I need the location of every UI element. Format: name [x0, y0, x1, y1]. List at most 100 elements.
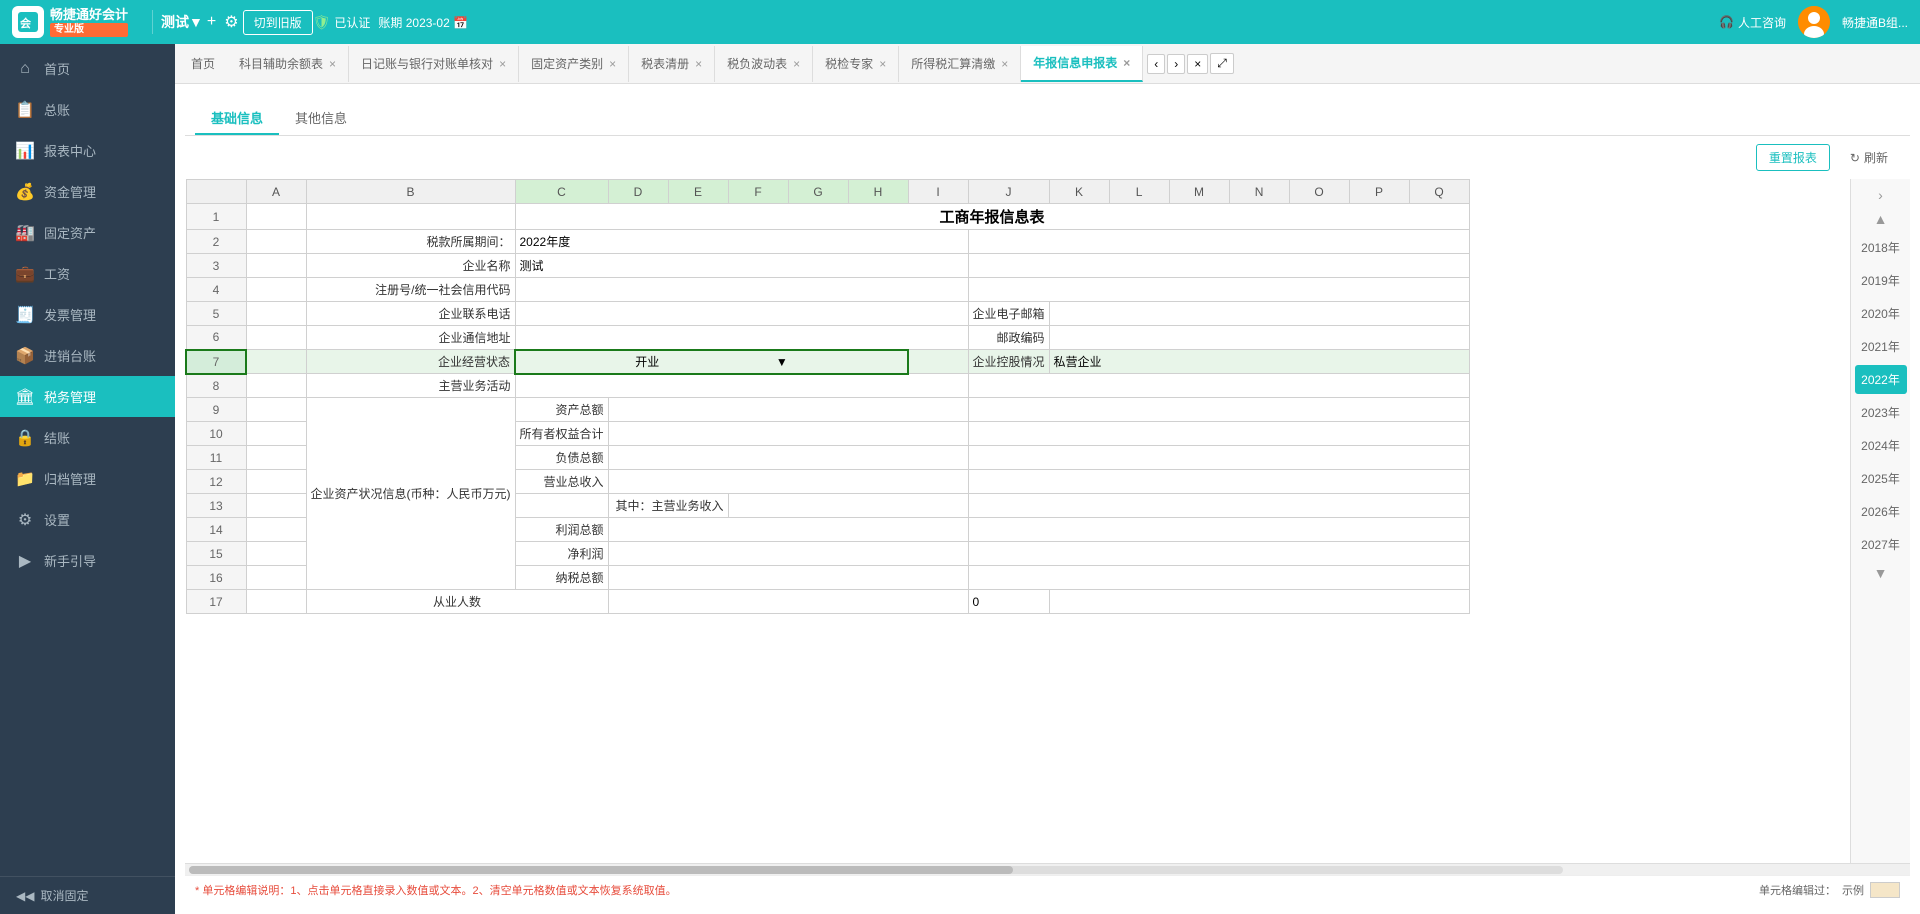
cell-8-j[interactable]	[968, 374, 1469, 398]
sidebar-item-settings[interactable]: ⚙ 设置	[0, 499, 175, 540]
cell-13-f[interactable]	[728, 494, 968, 518]
cell-13-j[interactable]	[968, 494, 1469, 518]
col-header-k[interactable]: K	[1049, 180, 1109, 204]
year-item-2020[interactable]: 2020年	[1855, 299, 1907, 328]
cell-10-j[interactable]	[968, 422, 1469, 446]
col-header-c[interactable]: C	[515, 180, 608, 204]
tab-aux-balance-close[interactable]: ×	[329, 57, 336, 71]
cell-11-a[interactable]	[246, 446, 306, 470]
sidebar-item-purchase-sale[interactable]: 📦 进销台账	[0, 335, 175, 376]
cell-15-a[interactable]	[246, 542, 306, 566]
year-item-2023[interactable]: 2023年	[1855, 398, 1907, 427]
cell-6-k[interactable]	[1049, 326, 1469, 350]
sidebar-item-archive[interactable]: 📁 归档管理	[0, 458, 175, 499]
tab-journal-bank-close[interactable]: ×	[499, 57, 506, 71]
tab-fixed-assets-type[interactable]: 固定资产类别 ×	[519, 46, 629, 82]
cell-12-d[interactable]	[608, 470, 968, 494]
year-item-2018[interactable]: 2018年	[1855, 233, 1907, 262]
sidebar-expand-btn[interactable]: ›	[1874, 183, 1887, 207]
cell-13-d[interactable]: 其中：主营业务收入	[608, 494, 728, 518]
cell-8-a[interactable]	[246, 374, 306, 398]
tab-journal-bank[interactable]: 日记账与银行对账单核对 ×	[349, 46, 519, 82]
sidebar-collapse-btn[interactable]: ◀◀ 取消固定	[0, 877, 175, 914]
cell-3-a[interactable]	[246, 254, 306, 278]
inner-tab-basic[interactable]: 基础信息	[195, 102, 279, 135]
year-item-2027[interactable]: 2027年	[1855, 530, 1907, 559]
cell-7-j[interactable]: 企业控股情况	[968, 350, 1049, 374]
col-header-i[interactable]: I	[908, 180, 968, 204]
cell-17-d[interactable]	[608, 590, 968, 614]
cell-6-j[interactable]: 邮政编码	[968, 326, 1049, 350]
cell-4-b[interactable]: 注册号/统一社会信用代码	[306, 278, 515, 302]
settings-btn[interactable]: ⚙	[220, 8, 242, 36]
tab-prev-btn[interactable]: ‹	[1147, 54, 1165, 74]
tab-home[interactable]: 首页	[179, 46, 227, 82]
cell-17-a[interactable]	[246, 590, 306, 614]
cell-2-b[interactable]: 税款所属期间：	[306, 230, 515, 254]
tab-fixed-assets-type-close[interactable]: ×	[609, 57, 616, 71]
cell-9-c[interactable]: 资产总额	[515, 398, 608, 422]
tab-tax-form-close[interactable]: ×	[695, 57, 702, 71]
tab-tax-form[interactable]: 税表清册 ×	[629, 46, 715, 82]
cell-5-c[interactable]	[515, 302, 968, 326]
cell-16-j[interactable]	[968, 566, 1469, 590]
col-header-o[interactable]: O	[1289, 180, 1349, 204]
service-btn[interactable]: 🎧 人工咨询	[1719, 14, 1786, 31]
cell-10-a[interactable]	[246, 422, 306, 446]
horizontal-scrollbar[interactable]	[185, 863, 1910, 875]
year-up-btn[interactable]: ▲	[1870, 207, 1892, 231]
cell-9-j[interactable]	[968, 398, 1469, 422]
col-header-g[interactable]: G	[788, 180, 848, 204]
year-item-2022[interactable]: 2022年	[1855, 365, 1907, 394]
sidebar-item-home[interactable]: ⌂ 首页	[0, 48, 175, 89]
sidebar-item-ledger[interactable]: 📋 总账	[0, 89, 175, 130]
col-header-j[interactable]: J	[968, 180, 1049, 204]
inner-tab-other[interactable]: 其他信息	[279, 102, 363, 135]
cell-13-c[interactable]	[515, 494, 608, 518]
tab-aux-balance[interactable]: 科目辅助余额表 ×	[227, 46, 349, 82]
cell-8-b[interactable]: 主营业务活动	[306, 374, 515, 398]
year-down-btn[interactable]: ▼	[1870, 561, 1892, 585]
tab-tax-expert[interactable]: 税检专家 ×	[813, 46, 899, 82]
year-item-2024[interactable]: 2024年	[1855, 431, 1907, 460]
add-btn[interactable]: +	[203, 9, 220, 35]
col-header-b[interactable]: B	[306, 180, 515, 204]
cell-11-d[interactable]	[608, 446, 968, 470]
cell-16-d[interactable]	[608, 566, 968, 590]
cell-9-a[interactable]	[246, 398, 306, 422]
year-item-2026[interactable]: 2026年	[1855, 497, 1907, 526]
cell-17-b[interactable]: 从业人数	[306, 590, 608, 614]
col-header-f[interactable]: F	[728, 180, 788, 204]
tab-tax-fluctuation-close[interactable]: ×	[793, 57, 800, 71]
cell-1-b[interactable]	[306, 204, 515, 230]
tab-income-tax-close[interactable]: ×	[1001, 57, 1008, 71]
sidebar-item-salary[interactable]: 💼 工资	[0, 253, 175, 294]
cell-4-j[interactable]	[968, 278, 1469, 302]
cell-7-a[interactable]	[246, 350, 306, 374]
tab-next-btn[interactable]: ›	[1167, 54, 1185, 74]
col-header-q[interactable]: Q	[1409, 180, 1469, 204]
cell-7-dropdown[interactable]: 开业 ▼	[515, 350, 908, 374]
tab-tax-expert-close[interactable]: ×	[879, 57, 886, 71]
col-header-m[interactable]: M	[1169, 180, 1229, 204]
col-header-e[interactable]: E	[668, 180, 728, 204]
cell-17-j[interactable]: 0	[968, 590, 1049, 614]
reset-report-btn[interactable]: 重置报表	[1756, 144, 1830, 171]
cell-5-k[interactable]	[1049, 302, 1469, 326]
year-item-2025[interactable]: 2025年	[1855, 464, 1907, 493]
cell-17-k[interactable]	[1049, 590, 1469, 614]
cell-5-a[interactable]	[246, 302, 306, 326]
cell-8-c[interactable]	[515, 374, 968, 398]
cell-4-c[interactable]	[515, 278, 968, 302]
cell-6-c[interactable]	[515, 326, 968, 350]
cell-5-b[interactable]: 企业联系电话	[306, 302, 515, 326]
company-dropdown-btn[interactable]: ▼	[189, 14, 203, 30]
sidebar-item-close[interactable]: 🔒 结账	[0, 417, 175, 458]
tab-annual-report[interactable]: 年报信息申报表 ×	[1021, 46, 1143, 82]
tab-tax-fluctuation[interactable]: 税负波动表 ×	[715, 46, 813, 82]
cell-14-a[interactable]	[246, 518, 306, 542]
cell-13-a[interactable]	[246, 494, 306, 518]
cell-9-d[interactable]	[608, 398, 968, 422]
tab-close-all-btn[interactable]: ×	[1187, 54, 1208, 74]
year-item-2019[interactable]: 2019年	[1855, 266, 1907, 295]
